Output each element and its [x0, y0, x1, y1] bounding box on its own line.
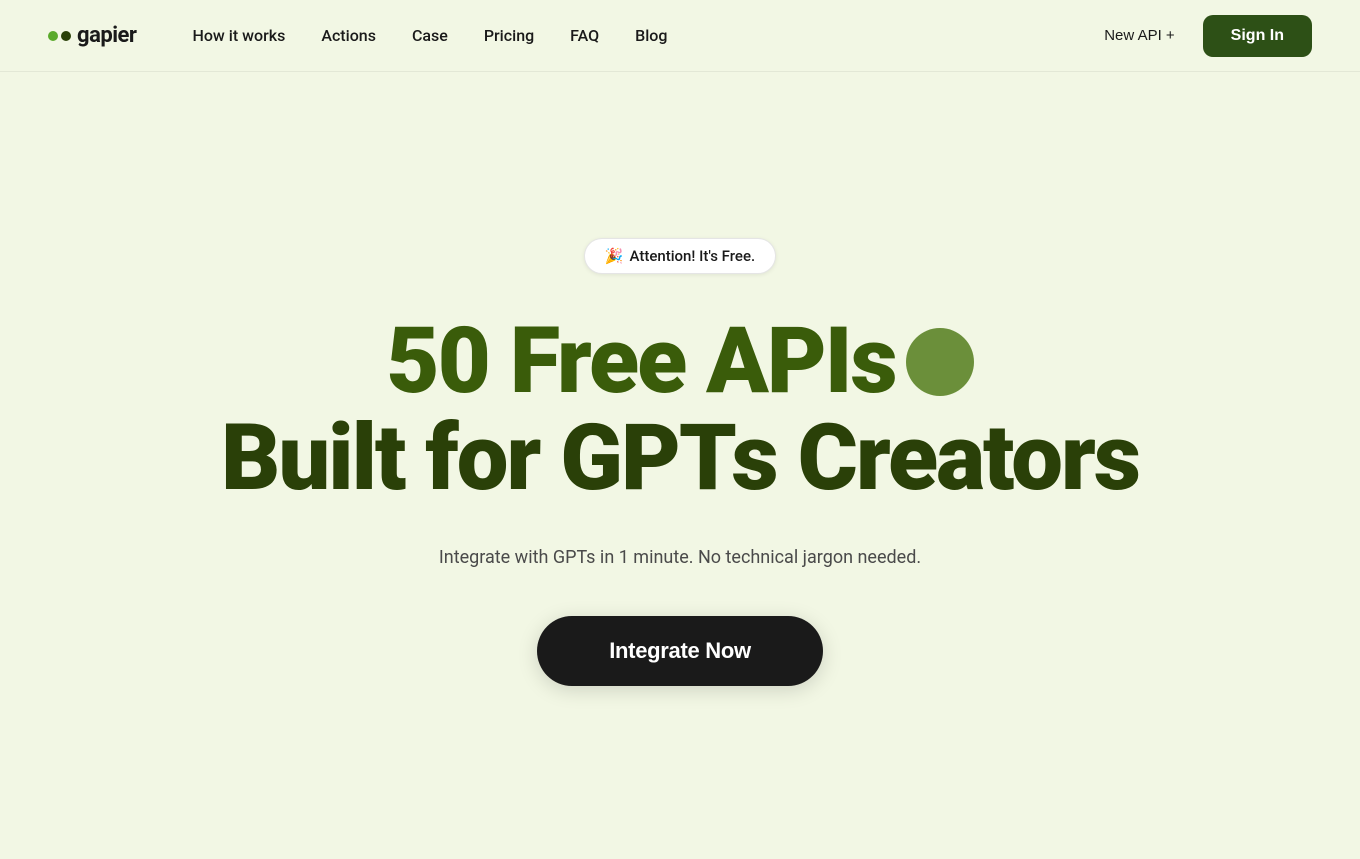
- badge-emoji: 🎉: [605, 247, 624, 265]
- nav-how-it-works[interactable]: How it works: [176, 18, 301, 53]
- attention-badge: 🎉 Attention! It's Free.: [584, 238, 776, 274]
- sign-in-button[interactable]: Sign In: [1203, 15, 1312, 57]
- nav-case[interactable]: Case: [396, 18, 464, 53]
- nav-blog[interactable]: Blog: [619, 18, 683, 53]
- green-dot-icon: [906, 328, 974, 396]
- logo-dot-dark: [61, 31, 71, 41]
- logo-icon: [48, 31, 71, 41]
- badge-text: Attention! It's Free.: [630, 247, 756, 265]
- new-api-button[interactable]: New API +: [1092, 19, 1186, 52]
- logo-dot-green: [48, 31, 58, 41]
- nav-faq[interactable]: FAQ: [554, 18, 615, 53]
- hero-description: Integrate with GPTs in 1 minute. No tech…: [439, 547, 921, 568]
- hero-headline-line1: 50 Free APIs: [386, 314, 973, 411]
- nav-links: How it works Actions Case Pricing FAQ Bl…: [176, 26, 683, 45]
- nav-pricing[interactable]: Pricing: [468, 18, 550, 53]
- navbar: gapier How it works Actions Case Pricing…: [0, 0, 1360, 72]
- nav-actions[interactable]: Actions: [305, 18, 392, 53]
- logo-text: gapier: [77, 23, 136, 48]
- hero-headline-line2: Built for GPTs Creators: [221, 411, 1139, 508]
- hero-section: 🎉 Attention! It's Free. 50 Free APIs Bui…: [0, 72, 1360, 832]
- integrate-now-button[interactable]: Integrate Now: [537, 616, 823, 686]
- logo[interactable]: gapier: [48, 23, 136, 48]
- nav-right: New API + Sign In: [1092, 15, 1312, 57]
